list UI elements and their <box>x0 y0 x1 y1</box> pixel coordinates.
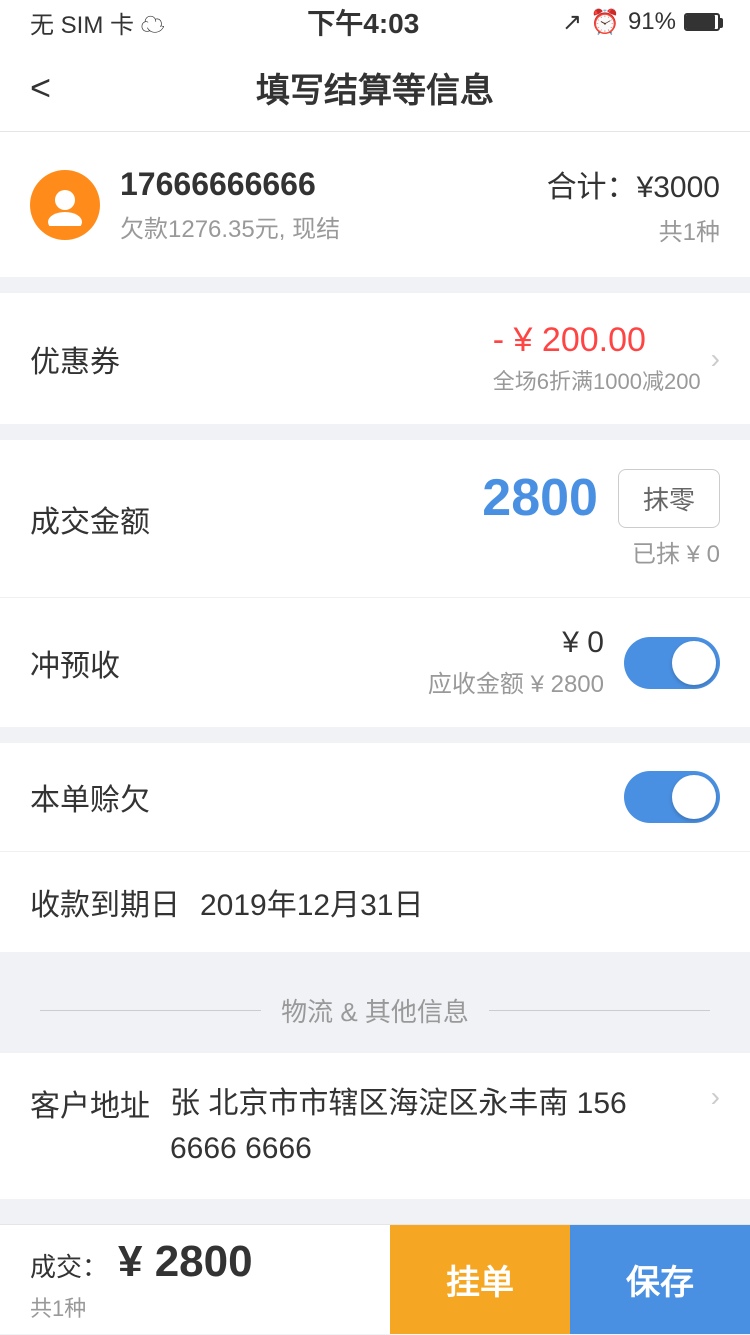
status-right: ↗ ⏰ 91% <box>562 8 720 37</box>
coupon-discount: - ¥ 200.00 <box>493 321 701 360</box>
battery-level: 91% <box>628 8 676 36</box>
user-count: 共1种 <box>547 212 720 247</box>
coupon-section: 优惠券 - ¥ 200.00 全场6折满1000减200 › <box>0 293 750 424</box>
alarm-icon: ⏰ <box>590 8 620 37</box>
deal-label: 成交金额 <box>30 497 150 541</box>
deal-section: 成交金额 2800 抹零 已抹 ¥ 0 冲预收 ¥ 0 应收金额 ¥ 2800 <box>0 440 750 727</box>
user-total: 合计：¥3000 <box>547 162 720 206</box>
prepay-toggle[interactable] <box>624 637 720 689</box>
user-left: 17666666666 欠款1276.35元, 现结 <box>30 166 340 244</box>
avatar <box>30 170 100 240</box>
bottom-bar: 成交： ¥ 2800 共1种 挂单 保存 <box>0 1224 750 1334</box>
deal-amount-wrapper: 2800 抹零 <box>482 468 720 528</box>
total-value: ¥3000 <box>637 171 720 204</box>
deal-amount-row: 成交金额 2800 抹零 已抹 ¥ 0 <box>0 440 750 598</box>
user-card: 17666666666 欠款1276.35元, 现结 合计：¥3000 共1种 <box>0 132 750 277</box>
bottom-info: 成交： ¥ 2800 共1种 <box>0 1225 390 1334</box>
debt-section: 本单赊欠 收款到期日 2019年12月31日 <box>0 743 750 952</box>
hold-button[interactable]: 挂单 <box>390 1225 570 1334</box>
address-value: 张 北京市市辖区海淀区永丰南 156 6666 6666 <box>170 1081 691 1171</box>
bottom-count: 共1种 <box>30 1291 360 1323</box>
prepay-right: ¥ 0 应收金额 ¥ 2800 <box>428 626 720 699</box>
divider-line-left <box>40 1010 261 1011</box>
divider-text: 物流 & 其他信息 <box>281 992 469 1029</box>
user-info: 17666666666 欠款1276.35元, 现结 <box>120 166 340 244</box>
status-time: 下午4:03 <box>307 2 419 42</box>
user-phone: 17666666666 <box>120 166 340 203</box>
debt-toggle[interactable] <box>624 771 720 823</box>
due-date-value: 2019年12月31日 <box>200 880 423 924</box>
nav-bar: < 填写结算等信息 <box>0 44 750 132</box>
save-button[interactable]: 保存 <box>570 1225 750 1334</box>
user-right: 合计：¥3000 共1种 <box>547 162 720 247</box>
content: 17666666666 欠款1276.35元, 现结 合计：¥3000 共1种 … <box>0 132 750 1335</box>
divider-line-right <box>489 1010 710 1011</box>
coupon-sub: 全场6折满1000减200 <box>493 364 701 396</box>
status-bar: 无 SIM 卡 ☁ 下午4:03 ↗ ⏰ 91% <box>0 0 750 44</box>
prepay-label: 冲预收 <box>30 641 120 685</box>
address-label: 客户地址 <box>30 1081 150 1125</box>
round-zero-button[interactable]: 抹零 <box>618 469 720 528</box>
back-button[interactable]: < <box>30 67 51 109</box>
deal-sub: 已抹 ¥ 0 <box>482 534 720 569</box>
bottom-deal: 成交： ¥ 2800 <box>30 1237 360 1287</box>
status-left: 无 SIM 卡 ☁ <box>30 5 165 40</box>
debt-row: 本单赊欠 <box>0 743 750 852</box>
bottom-deal-label: 成交： <box>30 1247 108 1284</box>
deal-right: 2800 抹零 已抹 ¥ 0 <box>482 468 720 569</box>
coupon-right: - ¥ 200.00 全场6折满1000减200 › <box>493 321 720 396</box>
avatar-icon <box>44 184 86 226</box>
toggle-knob <box>672 641 716 685</box>
battery-icon <box>684 13 720 31</box>
debt-label: 本单赊欠 <box>30 775 150 819</box>
address-row[interactable]: 客户地址 张 北京市市辖区海淀区永丰南 156 6666 6666 › <box>0 1053 750 1199</box>
coupon-row[interactable]: 优惠券 - ¥ 200.00 全场6折满1000减200 › <box>0 293 750 424</box>
sim-status: 无 SIM 卡 ☁ <box>30 5 165 40</box>
deal-amount: 2800 <box>482 468 598 528</box>
prepay-value-block: ¥ 0 应收金额 ¥ 2800 <box>428 626 604 699</box>
bottom-deal-amount: ¥ 2800 <box>118 1237 253 1287</box>
address-section: 客户地址 张 北京市市辖区海淀区永丰南 156 6666 6666 › <box>0 1053 750 1199</box>
debt-toggle-knob <box>672 775 716 819</box>
due-date-label: 收款到期日 <box>30 880 180 924</box>
chevron-right-icon: › <box>711 343 720 375</box>
logistics-divider: 物流 & 其他信息 <box>0 968 750 1053</box>
address-chevron-icon: › <box>711 1081 720 1113</box>
prepay-row: 冲预收 ¥ 0 应收金额 ¥ 2800 <box>0 598 750 727</box>
page-title: 填写结算等信息 <box>256 63 494 112</box>
due-date-row: 收款到期日 2019年12月31日 <box>0 852 750 952</box>
prepay-sub: 应收金额 ¥ 2800 <box>428 664 604 699</box>
user-sub: 欠款1276.35元, 现结 <box>120 209 340 244</box>
prepay-value: ¥ 0 <box>428 626 604 660</box>
location-icon: ↗ <box>562 8 582 37</box>
coupon-label: 优惠券 <box>30 337 120 381</box>
coupon-value-block: - ¥ 200.00 全场6折满1000减200 <box>493 321 701 396</box>
total-label: 合计： <box>547 171 637 204</box>
